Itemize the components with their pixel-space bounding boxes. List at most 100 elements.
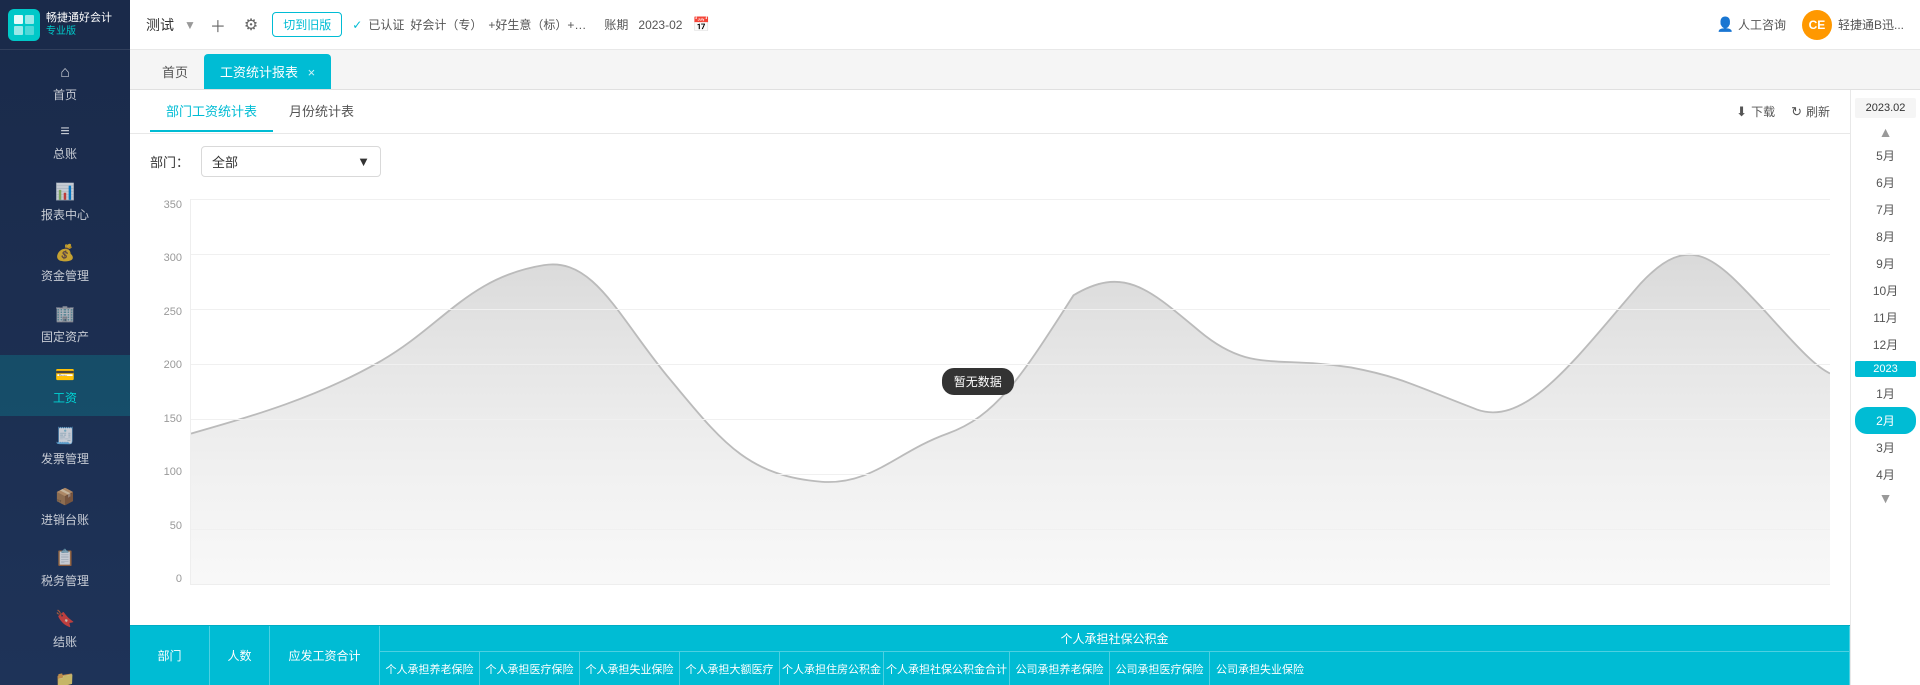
company-settings-button[interactable]: ⚙ [240, 13, 262, 37]
th-col-medical: 个人承担医疗保险 [480, 652, 580, 685]
old-version-button[interactable]: 切到旧版 [272, 12, 342, 37]
help-icon: 👤 [1717, 16, 1734, 33]
sidebar-label-ledger: 总账 [53, 145, 77, 162]
refresh-button[interactable]: ↻ 刷新 [1791, 103, 1830, 120]
refresh-icon: ↻ [1791, 104, 1802, 120]
sub-tabs: 部门工资统计表 月份统计表 [150, 91, 370, 132]
certified-icon: ✓ [352, 18, 362, 32]
tab-salary-report[interactable]: 工资统计报表 × [204, 54, 331, 89]
page-content: 部门工资统计表 月份统计表 ⬇ 下载 ↻ 刷新 [130, 90, 1920, 685]
sub-tab-monthly[interactable]: 月份统计表 [273, 91, 370, 132]
sidebar-item-salary[interactable]: 💳 工资 [0, 355, 130, 416]
grid-line-300 [191, 254, 1830, 255]
tab-home-label: 首页 [162, 65, 188, 80]
period-label: 账期 [604, 16, 628, 33]
y-label-100: 100 [164, 466, 182, 478]
chart-svg-area: 暂无数据 [190, 199, 1830, 585]
th-headcount: 人数 [210, 626, 270, 685]
chart-container: 350 300 250 200 150 100 50 0 [130, 189, 1850, 625]
th-col-company-medical: 公司承担医疗保险 [1110, 652, 1210, 685]
sidebar-item-invoice[interactable]: 🧾 发票管理 [0, 416, 130, 477]
company-dropdown-icon[interactable]: ▼ [184, 18, 196, 32]
tab-home[interactable]: 首页 [146, 54, 204, 89]
sidebar-item-home[interactable]: ⌂ 首页 [0, 54, 130, 113]
ledger-icon: ≡ [60, 123, 69, 141]
panel-month-6[interactable]: 6月 [1855, 169, 1916, 196]
panel-year-display: 2023.02 [1855, 98, 1916, 118]
department-select[interactable]: 全部 ▼ [201, 146, 381, 177]
sidebar-item-reports[interactable]: 📊 报表中心 [0, 172, 130, 233]
certified-label: 已认证 [368, 16, 404, 33]
sub-tab-actions: ⬇ 下载 ↻ 刷新 [1736, 103, 1830, 120]
sidebar-nav: ⌂ 首页 ≡ 总账 📊 报表中心 💰 资金管理 🏢 固定资产 💳 工资 🧾 发票… [0, 50, 130, 685]
sidebar: 畅捷通好会计 专业版 ⌂ 首页 ≡ 总账 📊 报表中心 💰 资金管理 🏢 固定资… [0, 0, 130, 685]
panel-month-apr[interactable]: 4月 [1855, 461, 1916, 488]
panel-month-jan[interactable]: 1月 [1855, 380, 1916, 407]
department-filter-label: 部门： [150, 152, 189, 171]
panel-month-9[interactable]: 9月 [1855, 250, 1916, 277]
y-label-350: 350 [164, 199, 182, 211]
download-button[interactable]: ⬇ 下载 [1736, 103, 1775, 120]
th-total-salary: 应发工资合计 [270, 626, 380, 685]
panel-scroll-down-button[interactable]: ▼ [1877, 488, 1895, 508]
logo-text: 畅捷通好会计 专业版 [46, 11, 112, 38]
sidebar-label-invoice: 发票管理 [41, 450, 89, 467]
logo-icon [8, 9, 40, 41]
calendar-icon[interactable]: 📅 [692, 16, 709, 33]
content-area: 部门工资统计表 月份统计表 ⬇ 下载 ↻ 刷新 [130, 90, 1850, 685]
sidebar-item-close[interactable]: 🔖 结账 [0, 599, 130, 660]
sidebar-label-reports: 报表中心 [41, 206, 89, 223]
grid-line-150 [191, 419, 1830, 420]
tab-close-icon[interactable]: × [308, 65, 316, 80]
panel-year-2023-label: 2023 [1855, 361, 1916, 377]
panel-month-5[interactable]: 5月 [1855, 142, 1916, 169]
user-name[interactable]: 轻捷通B迅... [1838, 16, 1904, 33]
sidebar-item-archive[interactable]: 📁 归档管理 [0, 660, 130, 685]
panel-month-8[interactable]: 8月 [1855, 223, 1916, 250]
sub-tab-department-label: 部门工资统计表 [166, 104, 257, 119]
grid-line-100 [191, 474, 1830, 475]
salary-icon: 💳 [55, 365, 75, 385]
logo-line1: 畅捷通好会计 [46, 11, 112, 25]
tab-salary-label: 工资统计报表 [220, 65, 298, 80]
panel-month-11[interactable]: 11月 [1855, 304, 1916, 331]
filter-bar: 部门： 全部 ▼ [130, 134, 1850, 189]
reports-icon: 📊 [55, 182, 75, 202]
download-label: 下载 [1751, 103, 1775, 120]
refresh-label: 刷新 [1806, 103, 1830, 120]
sidebar-item-ledger[interactable]: ≡ 总账 [0, 113, 130, 172]
sub-tab-department[interactable]: 部门工资统计表 [150, 91, 273, 132]
th-group-individual-title: 个人承担社保公积金 [380, 626, 1849, 652]
funds-icon: 💰 [55, 243, 75, 263]
chart-wrap: 350 300 250 200 150 100 50 0 [150, 199, 1830, 615]
help-label: 人工咨询 [1738, 16, 1786, 33]
header-status: ✓ 已认证 好会计（专） +好生意（标）+… [352, 16, 586, 33]
panel-scroll-up-button[interactable]: ▲ [1877, 122, 1895, 142]
y-label-50: 50 [170, 520, 182, 532]
panel-month-mar[interactable]: 3月 [1855, 434, 1916, 461]
sidebar-label-funds: 资金管理 [41, 267, 89, 284]
sidebar-item-funds[interactable]: 💰 资金管理 [0, 233, 130, 294]
sidebar-label-home: 首页 [53, 86, 77, 103]
panel-month-7[interactable]: 7月 [1855, 196, 1916, 223]
sidebar-label-inventory: 进销台账 [41, 511, 89, 528]
logo-line2: 专业版 [46, 25, 112, 38]
add-company-button[interactable]: ＋ [206, 11, 230, 39]
avatar-initials: CE [1809, 18, 1826, 32]
panel-month-12[interactable]: 12月 [1855, 331, 1916, 358]
th-group-individual: 个人承担社保公积金 个人承担养老保险 个人承担医疗保险 个人承担失业保险 [380, 626, 1850, 685]
panel-month-feb[interactable]: 2月 [1855, 407, 1916, 434]
chart-tooltip: 暂无数据 [942, 368, 1014, 395]
top-header: 测试 ▼ ＋ ⚙ 切到旧版 ✓ 已认证 好会计（专） +好生意（标）+… 账期 … [130, 0, 1920, 50]
user-area: CE 轻捷通B迅... [1802, 10, 1904, 40]
sidebar-item-tax[interactable]: 📋 税务管理 [0, 538, 130, 599]
help-button[interactable]: 👤 人工咨询 [1717, 16, 1786, 33]
select-dropdown-icon: ▼ [357, 154, 370, 169]
panel-month-10[interactable]: 10月 [1855, 277, 1916, 304]
department-select-value: 全部 [212, 152, 238, 171]
good-accounting-label: 好会计（专） [410, 16, 482, 33]
invoice-icon: 🧾 [55, 426, 75, 446]
sidebar-item-inventory[interactable]: 📦 进销台账 [0, 477, 130, 538]
sidebar-item-assets[interactable]: 🏢 固定资产 [0, 294, 130, 355]
y-label-150: 150 [164, 413, 182, 425]
